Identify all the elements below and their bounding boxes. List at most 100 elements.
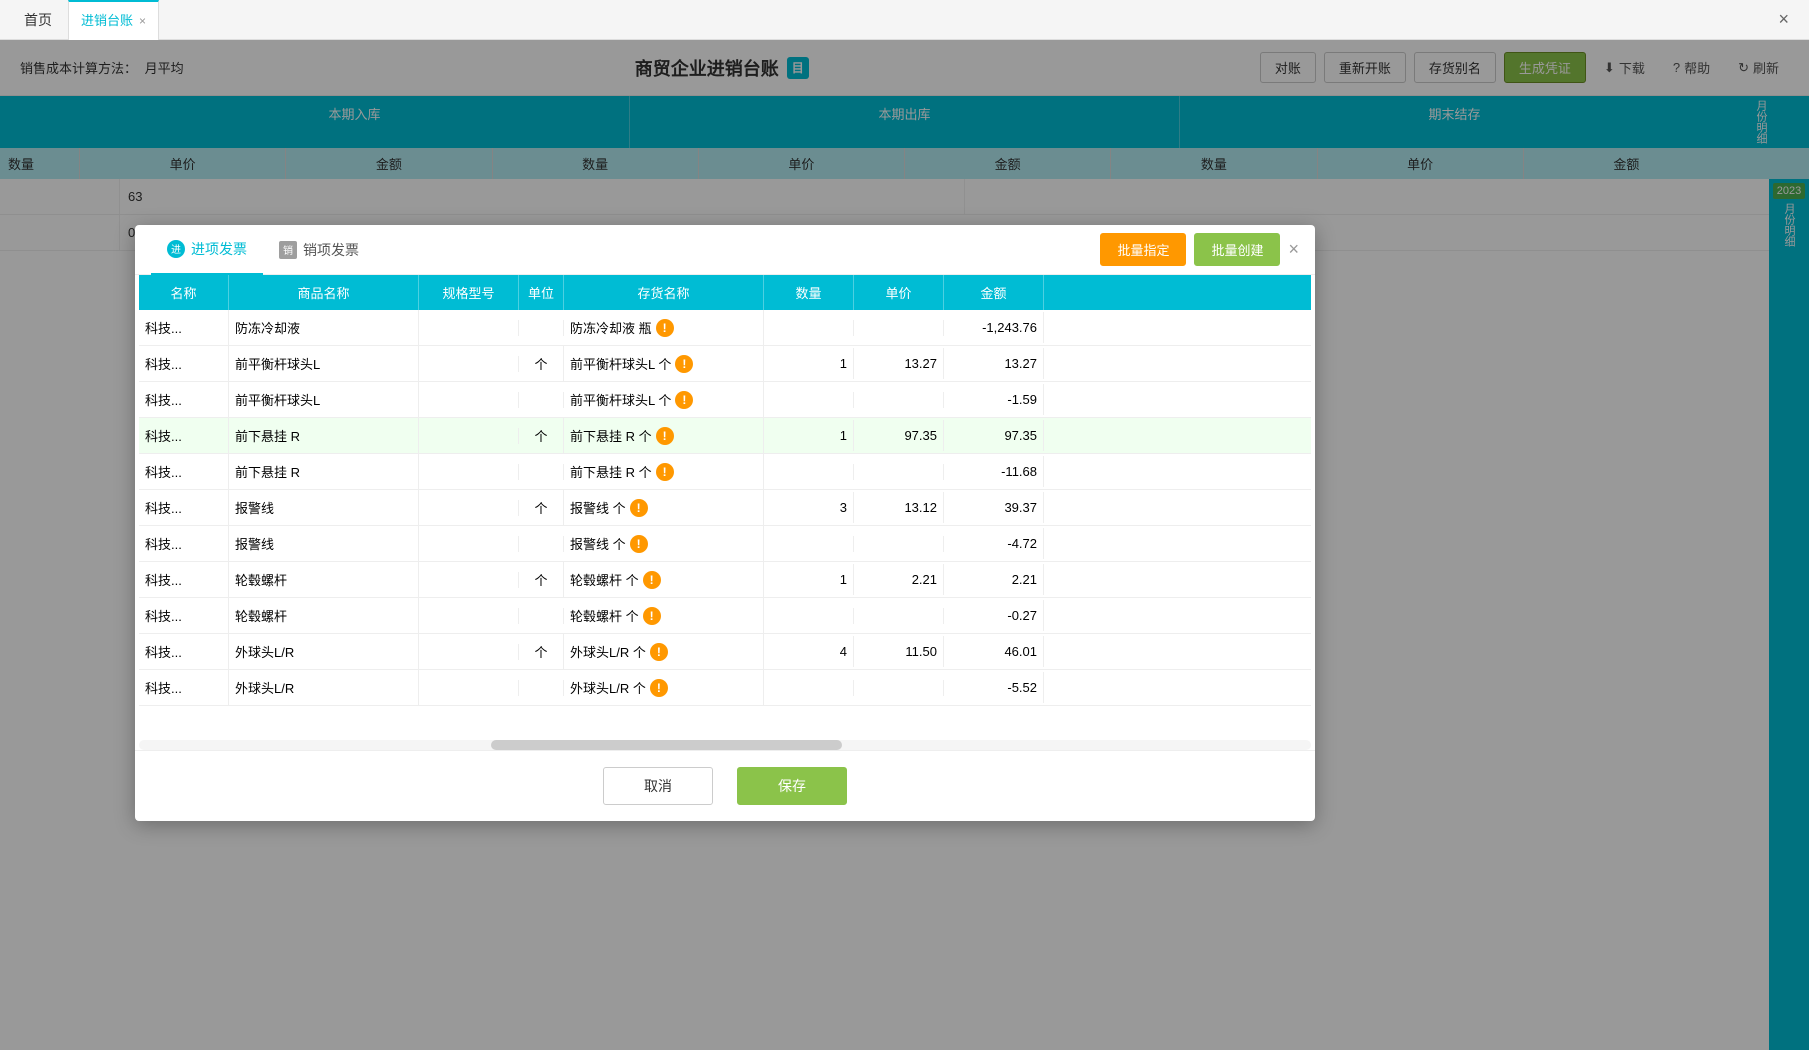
cancel-button[interactable]: 取消 [603, 767, 713, 805]
cell-stock: 轮毂螺杆 个 ! [564, 598, 764, 633]
table-row[interactable]: 科技... 前平衡杆球头L 个 前平衡杆球头L 个 ! 1 13.27 13.2… [139, 346, 1311, 382]
cell-amount: 13.27 [944, 348, 1044, 379]
window-close-button[interactable]: × [1766, 9, 1801, 30]
cell-spec [419, 680, 519, 696]
cell-spec [419, 320, 519, 336]
cell-unit: 个 [519, 490, 564, 525]
save-button[interactable]: 保存 [737, 767, 847, 805]
cell-spec [419, 536, 519, 552]
cell-qty: 4 [764, 636, 854, 667]
modal-header-right: 批量指定 批量创建 × [1100, 233, 1299, 266]
cell-product: 前平衡杆球头L [229, 382, 419, 417]
warn-icon: ! [630, 535, 648, 553]
cell-name: 科技... [139, 562, 229, 597]
incoming-tab-label: 进项发票 [191, 239, 247, 259]
cell-product: 外球头L/R [229, 634, 419, 669]
table-row[interactable]: 科技... 外球头L/R 外球头L/R 个 ! -5.52 [139, 670, 1311, 706]
warn-icon: ! [656, 427, 674, 445]
cell-name: 科技... [139, 598, 229, 633]
cell-stock: 报警线 个 ! [564, 526, 764, 561]
cell-price [854, 320, 944, 336]
col-header-amount: 金额 [944, 275, 1044, 310]
table-row[interactable]: 科技... 报警线 个 报警线 个 ! 3 13.12 39.37 [139, 490, 1311, 526]
warn-icon: ! [650, 643, 668, 661]
cell-stock: 前平衡杆球头L 个 ! [564, 382, 764, 417]
tab-outgoing-invoice[interactable]: 销 销项发票 [263, 225, 375, 275]
cell-product: 防冻冷却液 [229, 310, 419, 345]
cell-name: 科技... [139, 310, 229, 345]
cell-spec [419, 644, 519, 660]
cell-qty [764, 320, 854, 336]
cell-name: 科技... [139, 526, 229, 561]
cell-price [854, 608, 944, 624]
cell-amount: 39.37 [944, 492, 1044, 523]
cell-product: 前下悬挂 R [229, 418, 419, 453]
tab-home[interactable]: 首页 [8, 0, 68, 40]
cell-price [854, 680, 944, 696]
cell-unit [519, 680, 564, 696]
modal-table-scroll[interactable]: 科技... 防冻冷却液 防冻冷却液 瓶 ! -1,243.76 科技... 前平… [139, 310, 1311, 740]
cell-amount: -0.27 [944, 600, 1044, 631]
batch-assign-button[interactable]: 批量指定 [1100, 233, 1186, 266]
table-row[interactable]: 科技... 轮毂螺杆 个 轮毂螺杆 个 ! 1 2.21 2.21 [139, 562, 1311, 598]
cell-unit [519, 320, 564, 336]
table-row[interactable]: 科技... 报警线 报警线 个 ! -4.72 [139, 526, 1311, 562]
cell-stock: 轮毂螺杆 个 ! [564, 562, 764, 597]
cell-stock: 防冻冷却液 瓶 ! [564, 310, 764, 345]
warn-icon: ! [643, 607, 661, 625]
cell-name: 科技... [139, 670, 229, 705]
cell-amount: 2.21 [944, 564, 1044, 595]
tab-active-label: 进销台账 [81, 1, 133, 41]
cell-amount: -5.52 [944, 672, 1044, 703]
col-header-stock: 存货名称 [564, 275, 764, 310]
cell-qty [764, 464, 854, 480]
incoming-tab-icon: 进 [167, 240, 185, 258]
cell-unit: 个 [519, 346, 564, 381]
cell-qty: 1 [764, 348, 854, 379]
cell-stock: 前下悬挂 R 个 ! [564, 418, 764, 453]
warn-icon: ! [630, 499, 648, 517]
outgoing-tab-label: 销项发票 [303, 240, 359, 260]
tab-incoming-invoice[interactable]: 进 进项发票 [151, 225, 263, 275]
cell-spec [419, 428, 519, 444]
cell-stock: 外球头L/R 个 ! [564, 670, 764, 705]
cell-qty [764, 536, 854, 552]
cell-price [854, 392, 944, 408]
table-row[interactable]: 科技... 前下悬挂 R 个 前下悬挂 R 个 ! 1 97.35 97.35 [139, 418, 1311, 454]
cell-stock: 外球头L/R 个 ! [564, 634, 764, 669]
cell-spec [419, 392, 519, 408]
warn-icon: ! [643, 571, 661, 589]
tab-close-icon[interactable]: × [139, 1, 146, 41]
modal-table-header: 名称 商品名称 规格型号 单位 存货名称 数量 单价 金额 [139, 275, 1311, 310]
cell-price: 11.50 [854, 636, 944, 667]
horizontal-scrollbar[interactable] [139, 740, 1311, 750]
cell-qty [764, 680, 854, 696]
table-row[interactable]: 科技... 防冻冷却液 防冻冷却液 瓶 ! -1,243.76 [139, 310, 1311, 346]
batch-create-button[interactable]: 批量创建 [1194, 233, 1280, 266]
cell-unit: 个 [519, 562, 564, 597]
cell-qty: 1 [764, 564, 854, 595]
cell-unit [519, 536, 564, 552]
cell-unit [519, 608, 564, 624]
cell-spec [419, 608, 519, 624]
scrollbar-thumb [491, 740, 843, 750]
cell-spec [419, 500, 519, 516]
cell-product: 前下悬挂 R [229, 454, 419, 489]
table-row[interactable]: 科技... 前下悬挂 R 前下悬挂 R 个 ! -11.68 [139, 454, 1311, 490]
cell-name: 科技... [139, 634, 229, 669]
cell-amount: -1.59 [944, 384, 1044, 415]
col-header-name: 名称 [139, 275, 229, 310]
cell-amount: -11.68 [944, 456, 1044, 487]
tab-active[interactable]: 进销台账 × [68, 0, 159, 40]
cell-amount: 46.01 [944, 636, 1044, 667]
modal-table: 名称 商品名称 规格型号 单位 存货名称 数量 单价 金额 科技... 防冻冷却… [139, 275, 1311, 740]
outgoing-tab-icon: 销 [279, 241, 297, 259]
table-row[interactable]: 科技... 外球头L/R 个 外球头L/R 个 ! 4 11.50 46.01 [139, 634, 1311, 670]
cell-product: 外球头L/R [229, 670, 419, 705]
modal-close-button[interactable]: × [1288, 239, 1299, 260]
table-row[interactable]: 科技... 前平衡杆球头L 前平衡杆球头L 个 ! -1.59 [139, 382, 1311, 418]
table-row[interactable]: 科技... 轮毂螺杆 轮毂螺杆 个 ! -0.27 [139, 598, 1311, 634]
cell-name: 科技... [139, 346, 229, 381]
cell-product: 报警线 [229, 490, 419, 525]
cell-name: 科技... [139, 490, 229, 525]
